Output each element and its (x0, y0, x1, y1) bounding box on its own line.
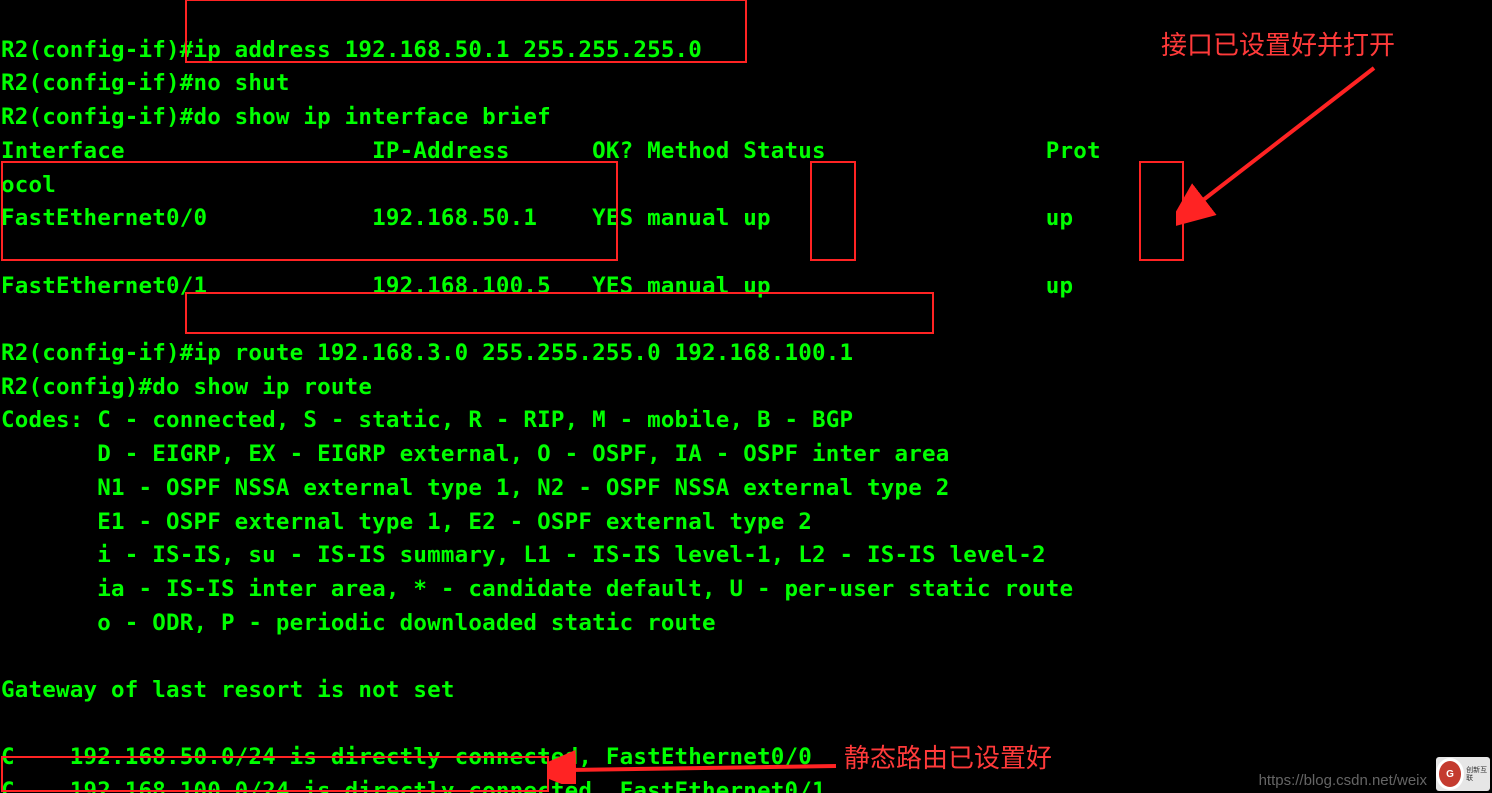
terminal-line: Codes: C - connected, S - static, R - RI… (1, 407, 853, 433)
terminal-output[interactable]: R2(config-if)#ip address 192.168.50.1 25… (0, 0, 1492, 793)
terminal-line: R2(config-if)#ip route 192.168.3.0 255.2… (1, 340, 853, 366)
terminal-line: R2(config-if)#ip address 192.168.50.1 25… (1, 37, 702, 63)
terminal-line: o - ODR, P - periodic downloaded static … (1, 610, 716, 636)
terminal-line: i - IS-IS, su - IS-IS summary, L1 - IS-I… (1, 542, 1046, 568)
watermark-url: https://blog.csdn.net/weix (1259, 772, 1427, 789)
terminal-line: N1 - OSPF NSSA external type 1, N2 - OSP… (1, 475, 949, 501)
terminal-line: Interface IP-Address OK? Method Status P… (1, 138, 1101, 164)
terminal-line: C 192.168.50.0/24 is directly connected,… (1, 744, 812, 770)
terminal-line: ia - IS-IS inter area, * - candidate def… (1, 576, 1073, 602)
watermark-logo: G 创新互联 (1436, 757, 1490, 791)
terminal-line: Gateway of last resort is not set (1, 677, 455, 703)
terminal-line: R2(config-if)#no shut (1, 70, 290, 96)
annotation-interface-ready: 接口已设置好并打开 (1161, 25, 1395, 62)
terminal-line: ocol (1, 172, 56, 198)
terminal-line: FastEthernet0/0 192.168.50.1 YES manual … (1, 205, 1073, 231)
annotation-static-route-set: 静态路由已设置好 (844, 738, 1052, 775)
terminal-line: D - EIGRP, EX - EIGRP external, O - OSPF… (1, 441, 949, 467)
terminal-line: R2(config-if)#do show ip interface brief (1, 104, 551, 130)
terminal-line: FastEthernet0/1 192.168.100.5 YES manual… (1, 273, 1073, 299)
terminal-line: R2(config)#do show ip route (1, 374, 372, 400)
terminal-line: C 192.168.100.0/24 is directly connected… (1, 778, 826, 793)
terminal-line: E1 - OSPF external type 1, E2 - OSPF ext… (1, 509, 812, 535)
